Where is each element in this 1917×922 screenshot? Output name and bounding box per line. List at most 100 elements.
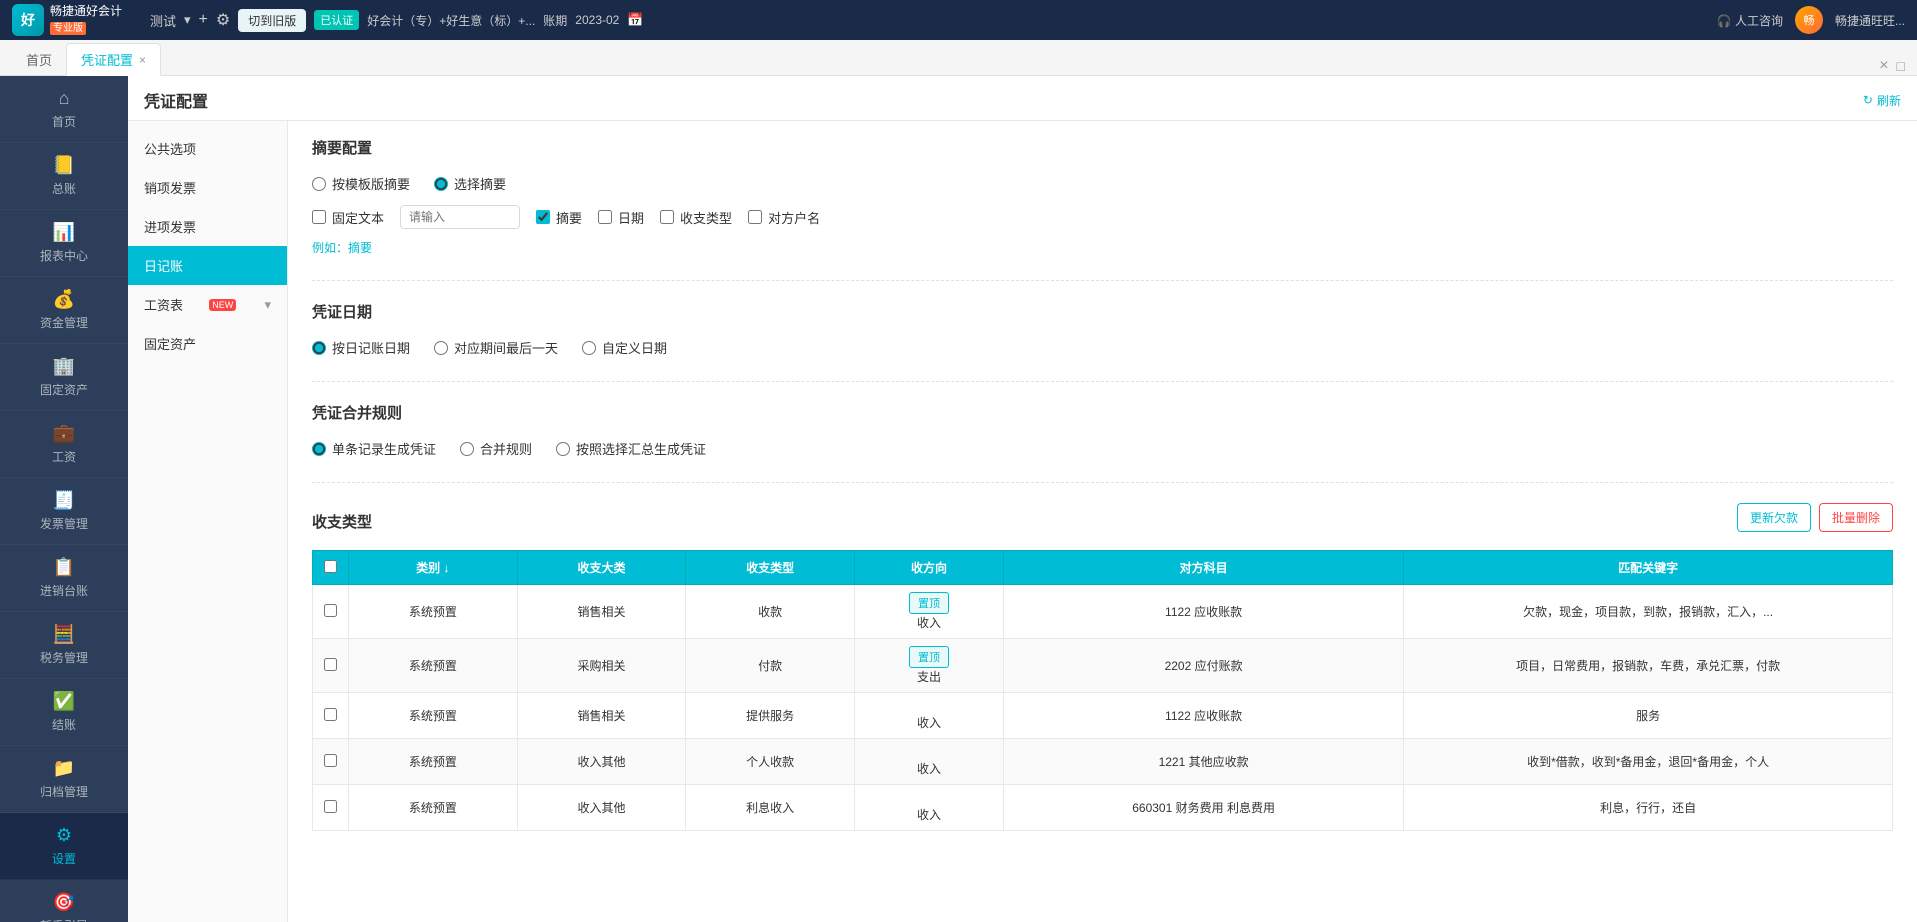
cell-subject-2: 1122 应收账款 [1004, 693, 1404, 739]
radio-select-summary[interactable]: 选择摘要 [434, 174, 506, 193]
sidebar-item-home[interactable]: ⌂ 首页 [0, 76, 128, 143]
checkbox-counterparty[interactable]: 对方户名 [748, 208, 820, 227]
cell-subject-3: 1221 其他应收款 [1004, 739, 1404, 785]
logo-text: 畅捷通好会计 专业版 [50, 4, 122, 35]
avatar[interactable]: 畅 [1795, 6, 1823, 34]
sidebar-item-ledger[interactable]: 📒 总账 [0, 143, 128, 210]
sidebar-item-invoice[interactable]: 🧾 发票管理 [0, 478, 128, 545]
radio-summary-generate[interactable]: 按照选择汇总生成凭证 [556, 439, 706, 458]
calendar-icon[interactable]: 📅 [627, 12, 643, 28]
batch-delete-button[interactable]: 批量删除 [1819, 503, 1893, 532]
help-link[interactable]: 🎧 人工咨询 [1717, 12, 1783, 29]
radio-merge-rule[interactable]: 合并规则 [460, 439, 532, 458]
certified-badge: 已认证 [314, 10, 359, 30]
sidebar-item-funds[interactable]: 💰 资金管理 [0, 277, 128, 344]
sidebar-item-guide[interactable]: 🎯 新手引导 [0, 880, 128, 922]
table-row: 系统预置 销售相关 收款 置顶收入 1122 应收账款 欠款，现金，项目款，到款… [313, 585, 1893, 639]
row-checkbox-2[interactable] [324, 708, 337, 721]
row-checkbox-0[interactable] [324, 604, 337, 617]
row-checkbox-4[interactable] [324, 800, 337, 813]
fixed-text-input[interactable] [400, 205, 520, 229]
cell-category-4: 系统预置 [349, 785, 518, 831]
sidebar-label-settings: 设置 [52, 850, 76, 867]
company-name[interactable]: 测试 [150, 11, 176, 30]
sidebar-label-home: 首页 [52, 113, 76, 130]
cell-keywords-3: 收到*借款，收到*备用金，退回*备用金，个人 [1404, 739, 1893, 785]
summary-section-title: 摘要配置 [312, 137, 1893, 158]
logo-icon: 好 [12, 4, 44, 36]
select-all-checkbox[interactable] [324, 560, 337, 573]
sidebar-item-settings[interactable]: ⚙ 设置 [0, 813, 128, 880]
refresh-button[interactable]: ↻ 刷新 [1863, 92, 1901, 109]
left-nav-public[interactable]: 公共选项 [128, 129, 287, 168]
checkbox-fixed-text[interactable]: 固定文本 [312, 208, 384, 227]
radio-period-last[interactable]: 对应期间最后一天 [434, 338, 558, 357]
checkbox-summary[interactable]: 摘要 [536, 208, 582, 227]
cell-category-0: 系统预置 [349, 585, 518, 639]
logo: 好 畅捷通好会计 专业版 [12, 4, 140, 36]
sidebar-label-tax: 税务管理 [40, 649, 88, 666]
username[interactable]: 畅捷通旺旺... [1835, 12, 1905, 29]
page-header: 凭证配置 ↻ 刷新 [128, 76, 1917, 121]
radio-journal-date[interactable]: 按日记账日期 [312, 338, 410, 357]
cell-category-1: 系统预置 [349, 639, 518, 693]
cell-keywords-0: 欠款，现金，项目款，到款，报销款，汇入，... [1404, 585, 1893, 639]
cell-major-type-3: 收入其他 [517, 739, 686, 785]
salary-icon: 💼 [53, 423, 75, 444]
table-header-row: 类别 ↓ 收支大类 收支类型 收方向 对方科目 匹配关键字 [313, 551, 1893, 585]
invoice-icon: 🧾 [53, 490, 75, 511]
cell-direction-0: 置顶收入 [854, 585, 1003, 639]
col-keywords: 匹配关键字 [1404, 551, 1893, 585]
radio-single-record[interactable]: 单条记录生成凭证 [312, 439, 436, 458]
sidebar-item-tax[interactable]: 🧮 税务管理 [0, 612, 128, 679]
cell-income-type-4: 利息收入 [686, 785, 855, 831]
left-nav-payroll[interactable]: 工资表 NEW ▾ [128, 285, 287, 324]
income-section-title: 收支类型 [312, 511, 372, 532]
radio-template-summary[interactable]: 按模板版摘要 [312, 174, 410, 193]
tab-close-icon[interactable]: × [139, 53, 146, 67]
checkbox-date[interactable]: 日期 [598, 208, 644, 227]
maximize-window-icon[interactable]: □ [1897, 58, 1905, 74]
cell-income-type-1: 付款 [686, 639, 855, 693]
left-nav-sales-invoice[interactable]: 销项发票 [128, 168, 287, 207]
add-icon[interactable]: + [199, 11, 208, 29]
left-nav-journal[interactable]: 日记账 [128, 246, 287, 285]
tab-voucher-config[interactable]: 凭证配置 × [66, 43, 161, 76]
income-table: 类别 ↓ 收支大类 收支类型 收方向 对方科目 匹配关键字 系统预置 销售相关 … [312, 550, 1893, 831]
switch-version-button[interactable]: 切到旧版 [238, 9, 306, 32]
tab-home[interactable]: 首页 [12, 44, 66, 75]
sidebar-item-archive[interactable]: 📁 归档管理 [0, 746, 128, 813]
update-button[interactable]: 更新欠款 [1737, 503, 1811, 532]
inner-layout: 公共选项 销项发票 进项发票 日记账 工资表 NEW ▾ 固定资产 摘要配置 [128, 121, 1917, 922]
checkbox-payment-type[interactable]: 收支类型 [660, 208, 732, 227]
ledger-icon: 📒 [53, 155, 75, 176]
sidebar-label-invoice: 发票管理 [40, 515, 88, 532]
radio-custom-date[interactable]: 自定义日期 [582, 338, 667, 357]
close-window-icon[interactable]: × [1879, 57, 1888, 75]
sidebar-item-settlement[interactable]: ✅ 结账 [0, 679, 128, 746]
sidebar-item-salary[interactable]: 💼 工资 [0, 411, 128, 478]
left-nav-purchase-invoice[interactable]: 进项发票 [128, 207, 287, 246]
sidebar-item-report[interactable]: 📊 报表中心 [0, 210, 128, 277]
sidebar-item-fixed-assets[interactable]: 🏢 固定资产 [0, 344, 128, 411]
cell-major-type-0: 销售相关 [517, 585, 686, 639]
row-checkbox-1[interactable] [324, 658, 337, 671]
sidebar-item-purchase-sales[interactable]: 📋 进销台账 [0, 545, 128, 612]
top-nav: 测试 ▾ + ⚙ 切到旧版 已认证 好会计（专）+好生意（标）+... 账期 2… [150, 9, 1707, 32]
chevron-down-icon[interactable]: ▾ [184, 12, 191, 28]
date-section-title: 凭证日期 [312, 301, 1893, 322]
left-nav-fixed-assets[interactable]: 固定资产 [128, 324, 287, 363]
purchase-sales-icon: 📋 [53, 557, 75, 578]
top-bar-right: 🎧 人工咨询 畅 畅捷通旺旺... [1717, 6, 1905, 34]
col-subject: 对方科目 [1004, 551, 1404, 585]
cell-keywords-1: 项目，日常费用，报销款，车费，承兑汇票，付款 [1404, 639, 1893, 693]
top-tag-btn-1[interactable]: 置顶 [909, 646, 949, 668]
sidebar-label-purchase-sales: 进销台账 [40, 582, 88, 599]
cell-income-type-0: 收款 [686, 585, 855, 639]
gear-icon[interactable]: ⚙ [216, 10, 230, 30]
table-row: 系统预置 销售相关 提供服务 收入 1122 应收账款 服务 [313, 693, 1893, 739]
row-checkbox-3[interactable] [324, 754, 337, 767]
top-tag-btn-0[interactable]: 置顶 [909, 592, 949, 614]
date-radio-group: 按日记账日期 对应期间最后一天 自定义日期 [312, 338, 1893, 357]
refresh-icon: ↻ [1863, 93, 1873, 107]
